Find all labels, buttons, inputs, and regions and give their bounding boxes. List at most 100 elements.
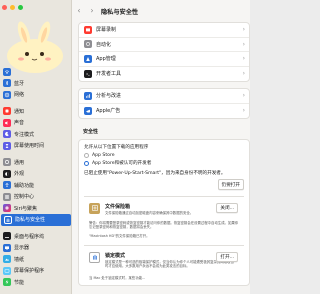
row-label: 自动化 xyxy=(96,41,112,48)
wifi-icon xyxy=(3,67,11,76)
control-center-icon xyxy=(3,192,11,201)
zoom-window-button[interactable] xyxy=(18,5,23,10)
divider xyxy=(84,195,244,197)
chevron-right-icon: › xyxy=(242,92,245,100)
sidebar-item-control-center[interactable]: 控制中心 xyxy=(0,191,72,203)
row-analytics[interactable]: 分析与改进 › xyxy=(79,89,249,104)
filevault-section: 文件保险箱 文件保险箱通过自动加密磁盘内容来确保其中数据的安全。 关闭... xyxy=(84,202,244,216)
row-app-management[interactable]: App管理 › xyxy=(79,52,249,67)
developer-tools-icon xyxy=(84,69,92,78)
sidebar-item-label: 桌面与程序坞 xyxy=(14,233,45,240)
sidebar-item-privacy-security[interactable]: 隐私与安全性 xyxy=(1,214,71,226)
sidebar-item-network[interactable]: 网络 xyxy=(0,89,72,101)
sidebar-item-label: 外观 xyxy=(14,171,25,178)
row-screen-recording[interactable]: 屏幕录制 › xyxy=(79,23,249,38)
sound-icon xyxy=(3,118,11,127)
sidebar-item-focus[interactable]: 专注模式 xyxy=(0,129,72,141)
sidebar-item-desktop-dock[interactable]: 桌面与程序坞 xyxy=(0,231,72,243)
sidebar-item-screensaver[interactable]: 屏幕保护程序 xyxy=(0,265,72,277)
chevron-right-icon: › xyxy=(242,107,245,115)
open-anyway-button[interactable]: 仍要打开 xyxy=(217,179,244,190)
sidebar-item-label: 专注模式 xyxy=(14,131,35,138)
bell-icon xyxy=(3,107,11,116)
chevron-right-icon: › xyxy=(242,55,245,63)
hand-icon xyxy=(4,215,12,224)
sidebar-item-label: 网络 xyxy=(14,92,25,99)
wallpaper-icon xyxy=(3,255,11,264)
page-title: 隐私与安全性 xyxy=(101,8,139,16)
lockdown-turn-on-button[interactable]: 打开... xyxy=(216,251,238,262)
accessibility-icon xyxy=(3,181,11,190)
lockdown-section: 锁定模式 锁定模式是一种可选的极端保护模式，仅当你认为你个人可能遭受极其复杂的网… xyxy=(84,251,244,269)
sidebar-list: 蓝牙 网络 通知 声音 专注模式 屏幕使用时间 通用 外观 辅助功能 控制中心 … xyxy=(0,66,72,288)
sidebar-item-label: 蓝牙 xyxy=(14,80,25,87)
radio-label: App Store xyxy=(92,153,115,158)
app-management-icon xyxy=(84,54,92,63)
sidebar-item-label: 控制中心 xyxy=(14,194,35,201)
blocked-app-message: 已阻止使用"Power-Up-Start-Smart"，因为来自身份不明的开发者… xyxy=(84,171,226,177)
sidebar-item-label: 屏幕使用时间 xyxy=(14,143,45,150)
sidebar-item-appearance[interactable]: 外观 xyxy=(0,168,72,180)
analytics-card: 分析与改进 › Apple广告 › xyxy=(78,88,250,119)
minimize-window-button[interactable] xyxy=(10,5,15,10)
chevron-right-icon: › xyxy=(242,40,245,48)
row-label: 开发者工具 xyxy=(96,71,122,78)
back-arrow-icon[interactable]: ‹ xyxy=(75,7,83,15)
sidebar-item-label: 声音 xyxy=(14,120,25,127)
sidebar-item-screen-time[interactable]: 屏幕使用时间 xyxy=(0,140,72,152)
network-icon xyxy=(3,90,11,99)
radio-app-store[interactable]: App Store xyxy=(84,153,244,158)
filevault-icon xyxy=(89,202,100,214)
forward-arrow-icon[interactable]: › xyxy=(88,7,96,15)
sidebar-item-wifi[interactable] xyxy=(0,66,72,78)
lockdown-description: 锁定模式是一种可选的极端保护模式，仅当你认为你个人可能遭受极其复杂的网络攻击时才… xyxy=(105,260,234,269)
sidebar-item-label: 节能 xyxy=(14,279,25,286)
sidebar-item-displays[interactable]: 显示器 xyxy=(0,242,72,254)
lockdown-note: 当 Mac 处于锁定模式时，某些功能... xyxy=(89,275,146,280)
sidebar-item-label: 墙纸 xyxy=(14,256,25,263)
row-label: 分析与改进 xyxy=(96,93,122,100)
radio-button-selected[interactable] xyxy=(84,160,89,166)
sidebar-item-wallpaper[interactable]: 墙纸 xyxy=(0,254,72,266)
privacy-card: 屏幕录制 › 自动化 › App管理 › 开发者工具 › xyxy=(78,22,250,82)
sidebar-item-label: 屏幕保护程序 xyxy=(14,268,45,275)
filevault-turn-off-button[interactable]: 关闭... xyxy=(216,202,238,214)
row-automation[interactable]: 自动化 › xyxy=(79,38,249,52)
sidebar-item-bluetooth[interactable]: 蓝牙 xyxy=(0,78,72,90)
lockdown-hand-icon xyxy=(89,251,100,263)
ads-icon xyxy=(84,106,92,115)
close-window-button[interactable] xyxy=(2,5,7,10)
row-label: Apple广告 xyxy=(96,108,121,115)
filevault-status: "Macintosh HD"的文件保险箱已打开。 xyxy=(89,234,150,239)
sidebar: 蓝牙 网络 通知 声音 专注模式 屏幕使用时间 通用 外观 辅助功能 控制中心 … xyxy=(0,0,72,294)
row-label: App管理 xyxy=(96,56,116,63)
radio-app-store-identified[interactable]: App Store和被认可的开发者 xyxy=(84,160,244,166)
sidebar-item-label: 辅助功能 xyxy=(14,182,35,189)
sidebar-item-notifications[interactable]: 通知 xyxy=(0,106,72,118)
sidebar-item-label: 通知 xyxy=(14,108,25,115)
screen-record-icon xyxy=(84,25,92,34)
security-heading: 安全性 xyxy=(83,129,99,135)
sidebar-item-energy[interactable]: 节能 xyxy=(0,277,72,289)
row-label: 屏幕录制 xyxy=(96,27,117,34)
filevault-warning: 警告：你将需要登录密码或恢复密钥才能访问你的数据。恢复密钥会在设置过程中自动生成… xyxy=(89,220,239,229)
sidebar-item-label: Siri与聚焦 xyxy=(14,205,38,212)
sidebar-item-sound[interactable]: 声音 xyxy=(0,117,72,129)
sidebar-item-general[interactable]: 通用 xyxy=(0,157,72,169)
security-card: 允许从以下位置下载的应用程序 App Store App Store和被认可的开… xyxy=(78,139,250,286)
window-controls xyxy=(2,5,23,10)
analytics-icon xyxy=(84,91,92,100)
moon-icon xyxy=(3,130,11,139)
screensaver-icon xyxy=(3,266,11,275)
energy-icon xyxy=(3,278,11,287)
row-developer-tools[interactable]: 开发者工具 › xyxy=(79,67,249,82)
radio-button[interactable] xyxy=(84,153,89,158)
bluetooth-icon xyxy=(3,79,11,88)
sidebar-item-siri[interactable]: Siri与聚焦 xyxy=(0,203,72,215)
row-apple-ads[interactable]: Apple广告 › xyxy=(79,104,249,119)
sidebar-item-label: 隐私与安全性 xyxy=(15,217,46,224)
gear-icon xyxy=(3,158,11,167)
main-panel: ‹ › 隐私与安全性 屏幕录制 › 自动化 › App管理 › 开发者工具 › … xyxy=(72,0,250,294)
sidebar-item-accessibility[interactable]: 辅助功能 xyxy=(0,180,72,192)
appearance-icon xyxy=(3,169,11,178)
